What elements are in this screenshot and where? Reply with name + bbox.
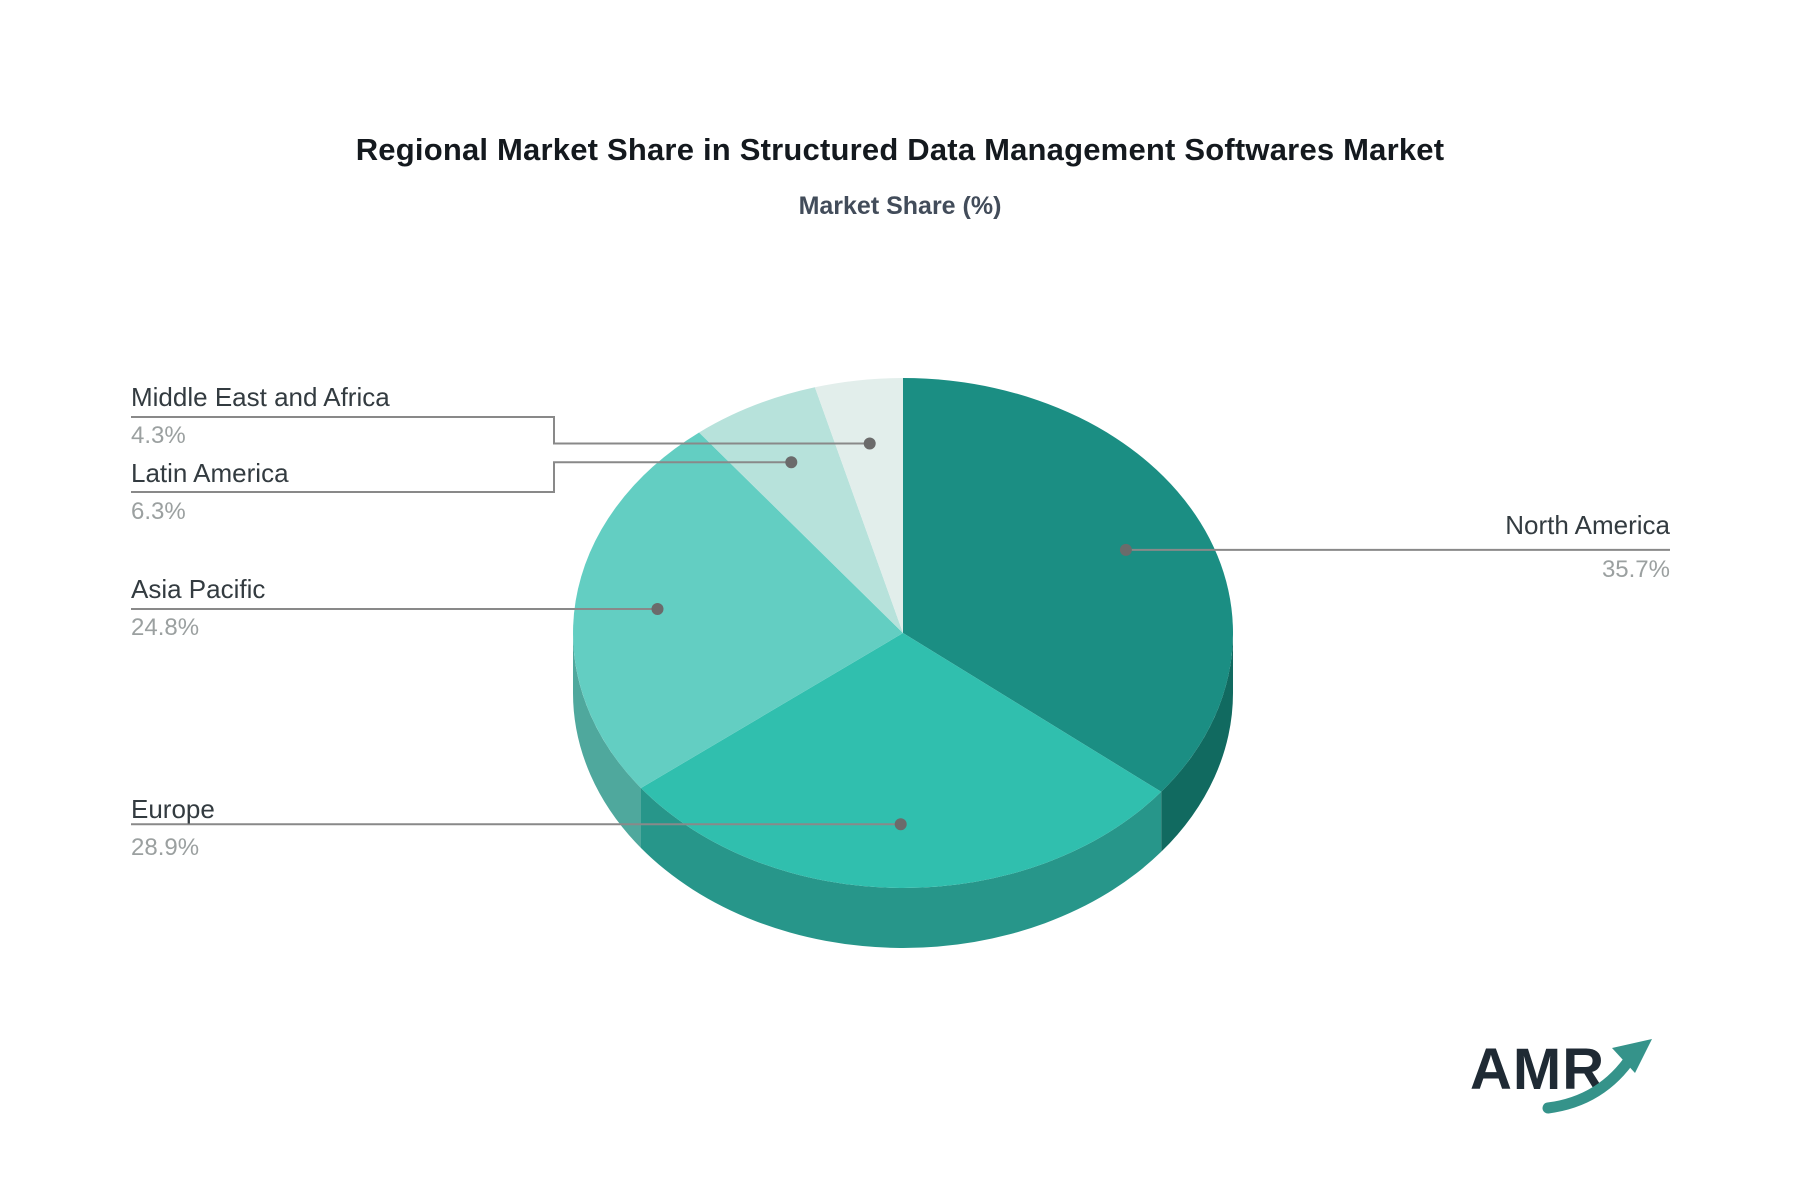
slice-label-latin-america: Latin America 6.3%: [131, 458, 289, 526]
slice-name: Asia Pacific: [131, 574, 266, 604]
slice-name: Middle East and Africa: [131, 382, 390, 412]
slice-percentage: 6.3%: [131, 498, 186, 525]
slice-label-asia-pacific: Asia Pacific 24.8%: [131, 574, 265, 642]
leader-dot-middle-east-and-africa: [863, 437, 876, 450]
slice-label-europe: Europe 28.9%: [131, 794, 215, 862]
slice-percentage: 4.3%: [131, 422, 186, 449]
slice-percentage: 24.8%: [131, 614, 200, 641]
slice-name: Latin America: [131, 458, 289, 488]
amr-logo-arrow-icon: [1542, 1039, 1652, 1114]
amr-logo: AMR: [1470, 1032, 1680, 1122]
slice-name: Europe: [131, 794, 215, 824]
leader-dot-latin-america: [785, 456, 798, 469]
slice-name: North America: [1505, 510, 1670, 540]
leader-dot-europe: [894, 818, 907, 831]
slice-percentage: 35.7%: [1601, 556, 1670, 583]
slice-percentage: 28.9%: [131, 834, 200, 861]
slice-label-middle-east-and-africa: Middle East and Africa 4.3%: [131, 382, 390, 450]
leader-dot-north-america: [1119, 543, 1132, 556]
leader-dot-asia-pacific: [651, 603, 664, 615]
slice-label-north-america: North America 35.7%: [1505, 510, 1670, 584]
pie-chart: [131, 378, 1670, 948]
chart-canvas: Regional Market Share in Structured Data…: [0, 0, 1800, 1196]
